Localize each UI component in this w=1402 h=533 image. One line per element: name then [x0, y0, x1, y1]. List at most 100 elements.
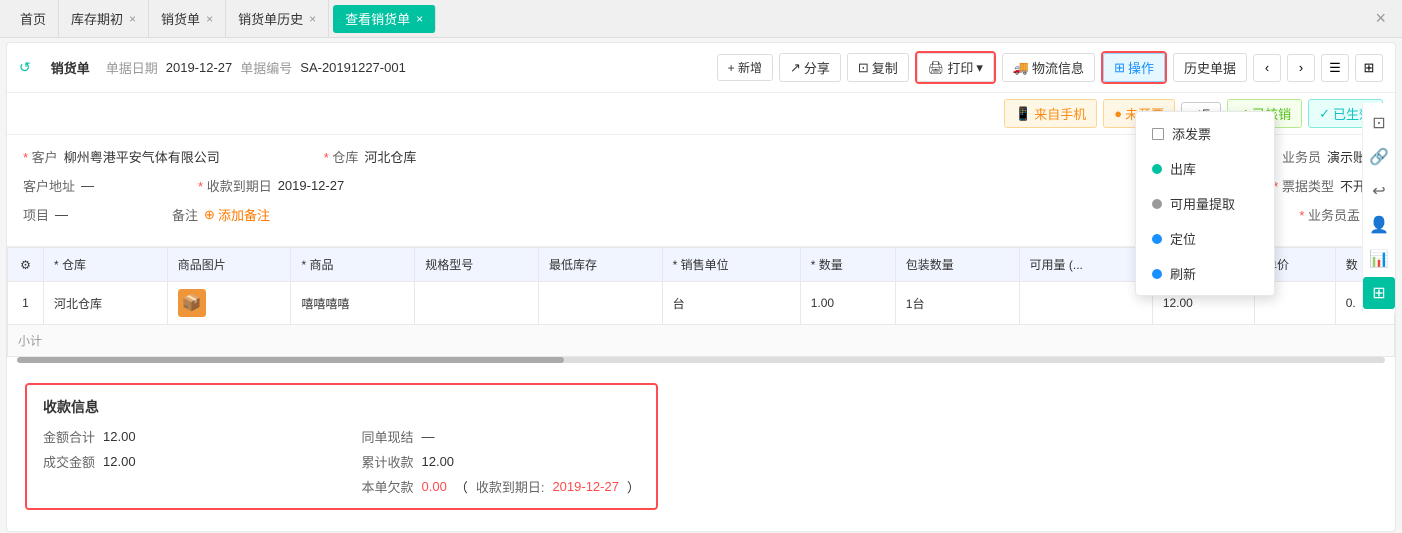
number-value: SA-20191227-001 — [300, 60, 406, 75]
close-view-sales-order[interactable]: × — [416, 12, 423, 26]
customer-label: 客户 — [23, 147, 58, 166]
phone-icon: 📱 — [1015, 106, 1031, 122]
date-value: 2019-12-27 — [166, 60, 233, 75]
row-num-cell: 1 — [8, 282, 44, 325]
effective-icon: ✓ — [1319, 106, 1330, 122]
payment-date-value: 2019-12-27 — [278, 178, 345, 193]
warehouse-column-header: * 仓库 — [44, 248, 168, 282]
quantity-column-header: * 数量 — [800, 248, 895, 282]
product-image-column-header: 商品图片 — [167, 248, 291, 282]
close-sales-order[interactable]: × — [206, 12, 213, 26]
global-close-button[interactable]: × — [1367, 8, 1394, 29]
due-date-bracket-close: ） — [627, 477, 640, 496]
current-owed-label: 本单欠款 — [361, 477, 413, 496]
close-sales-order-history[interactable]: × — [309, 12, 316, 26]
operation-button[interactable]: ⊞ 操作 — [1103, 53, 1165, 82]
quantity-cell: 1.00 — [800, 282, 895, 325]
available-cell — [1019, 282, 1152, 325]
address-field: 客户地址 — — [23, 176, 94, 195]
dropdown-locate[interactable]: 定位 — [1136, 221, 1274, 256]
dropdown-refresh[interactable]: 刷新 — [1136, 256, 1274, 291]
sidebar-expand-icon[interactable]: ⊞ — [1363, 277, 1395, 309]
operation-dropdown: 添发票 出库 可用量提取 定位 刷新 — [1135, 111, 1275, 296]
document-header: ↺ 销货单 单据日期 2019-12-27 单据编号 SA-20191227-0… — [7, 43, 1395, 93]
close-inventory-init[interactable]: × — [129, 12, 136, 26]
salesperson-label: 业务员盂 — [1299, 205, 1360, 224]
add-invoice-icon — [1152, 128, 1164, 140]
transaction-label: 成交金额 — [43, 452, 95, 471]
print-button[interactable]: 🖨 打印 ▾ — [917, 53, 994, 82]
date-label: 单据日期 — [106, 58, 158, 77]
due-date-label: 收款到期日: — [476, 477, 545, 496]
package-qty-column-header: 包装数量 — [895, 248, 1019, 282]
locate-icon — [1152, 234, 1162, 244]
document-meta: 单据日期 2019-12-27 单据编号 SA-20191227-001 — [106, 58, 406, 77]
copy-icon: ⊡ — [858, 60, 869, 76]
from-phone-button[interactable]: 📱 来自手机 — [1004, 99, 1097, 128]
tab-inventory-init[interactable]: 库存期初 × — [59, 0, 149, 37]
address-value: — — [81, 178, 94, 193]
due-date-value: 2019-12-27 — [552, 479, 619, 494]
tab-view-sales-order[interactable]: 查看销货单 × — [333, 5, 436, 33]
horizontal-scrollbar[interactable] — [17, 357, 1385, 363]
outbound-icon — [1152, 164, 1162, 174]
sales-unit-column-header: * 销售单位 — [662, 248, 800, 282]
sidebar-copy-icon[interactable]: ⊡ — [1363, 107, 1395, 139]
list-view-button[interactable]: ☰ — [1321, 54, 1349, 82]
share-icon: ↗ — [790, 60, 801, 76]
tab-bar: 首页 库存期初 × 销货单 × 销货单历史 × 查看销货单 × × — [0, 0, 1402, 38]
sidebar-link-icon[interactable]: 🔗 — [1363, 141, 1395, 173]
add-note-button[interactable]: ⊕ 添加备注 — [204, 205, 270, 224]
grid-view-button[interactable]: ⊞ — [1355, 54, 1383, 82]
spec-column-header: 规格型号 — [415, 248, 539, 282]
customer-value: 柳州粤港平安气体有限公司 — [64, 147, 220, 166]
dropdown-available-qty[interactable]: 可用量提取 — [1136, 186, 1274, 221]
gear-column-header[interactable]: ⚙ — [8, 248, 44, 282]
document-icon: ↺ — [19, 59, 31, 76]
logistics-icon: 🚚 — [1013, 60, 1029, 76]
payment-title: 收款信息 — [43, 397, 640, 417]
product-image-cell: 📦 — [167, 282, 291, 325]
tab-sales-order[interactable]: 销货单 × — [149, 0, 226, 37]
tab-sales-order-history[interactable]: 销货单历史 × — [226, 0, 329, 37]
print-button-wrapper: 🖨 打印 ▾ — [915, 51, 996, 84]
product-name-cell: 嘻嘻嘻嘻 — [291, 282, 415, 325]
payment-section: 收款信息 金额合计 12.00 同单现结 — 成交金额 12.00 — [7, 369, 1395, 524]
next-button[interactable]: › — [1287, 54, 1315, 82]
sidebar-chart-icon[interactable]: 📊 — [1363, 243, 1395, 275]
due-date-bracket-open: （ — [455, 477, 468, 496]
dropdown-add-invoice[interactable]: 添发票 — [1136, 116, 1274, 151]
operation-button-wrapper: ⊞ 操作 — [1101, 51, 1167, 84]
number-label: 单据编号 — [240, 58, 292, 77]
project-label: 项目 — [23, 205, 49, 224]
project-value: — — [55, 207, 68, 222]
new-button[interactable]: + 新增 — [717, 54, 773, 81]
sidebar-user-icon[interactable]: 👤 — [1363, 209, 1395, 241]
share-button[interactable]: ↗ 分享 — [779, 53, 841, 82]
print-dropdown-arrow: ▾ — [976, 60, 983, 76]
payment-info-box: 收款信息 金额合计 12.00 同单现结 — 成交金额 12.00 — [25, 383, 658, 510]
history-button[interactable]: 历史单据 — [1173, 53, 1247, 82]
logistics-button[interactable]: 🚚 物流信息 — [1002, 53, 1095, 82]
sidebar-return-icon[interactable]: ↩ — [1363, 175, 1395, 207]
warehouse-value: 河北仓库 — [364, 147, 416, 166]
prev-button[interactable]: ‹ — [1253, 54, 1281, 82]
dropdown-outbound[interactable]: 出库 — [1136, 151, 1274, 186]
sales-unit-cell: 台 — [662, 282, 800, 325]
package-qty-cell: 1台 — [895, 282, 1019, 325]
copy-button[interactable]: ⊡ 复制 — [847, 53, 909, 82]
print-icon: 🖨 — [928, 60, 945, 76]
scrollbar-thumb[interactable] — [17, 357, 564, 363]
operation-icon: ⊞ — [1114, 60, 1125, 76]
current-owed-value: 0.00 — [422, 479, 447, 494]
toolbar: + 新增 ↗ 分享 ⊡ 复制 🖨 打印 ▾ 🚚 — [717, 51, 1383, 84]
spec-cell — [415, 282, 539, 325]
same-order-settlement-row: 同单现结 — — [361, 427, 639, 446]
customer-field: 客户 柳州粤港平安气体有限公司 — [23, 147, 220, 166]
ticket-icon: ● — [1114, 106, 1122, 121]
payment-date-field: 收款到期日 2019-12-27 — [198, 176, 344, 195]
available-column-header: 可用量 (... — [1019, 248, 1152, 282]
tab-home[interactable]: 首页 — [8, 0, 59, 37]
subtotal-label: 小计 — [8, 325, 1395, 357]
total-amount-row: 金额合计 12.00 — [43, 427, 321, 446]
